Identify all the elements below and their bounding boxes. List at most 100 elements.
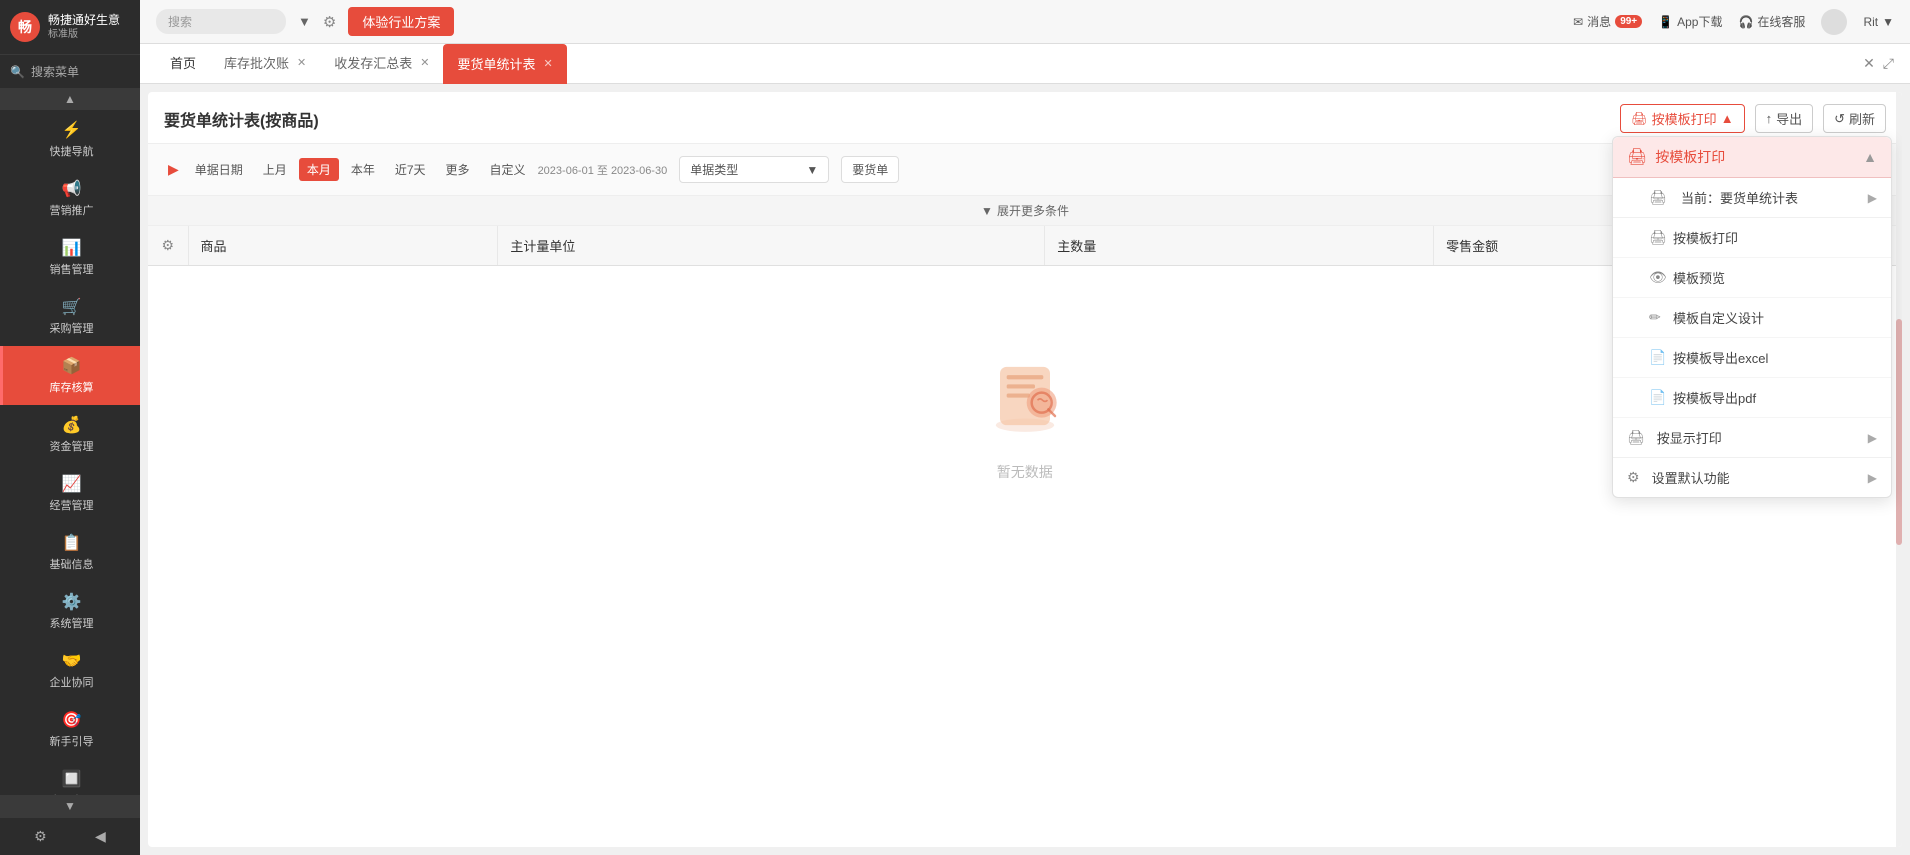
table-col-quantity: 主数量 (1045, 226, 1434, 266)
dropdown-item-template-print[interactable]: 🖨 按模板打印 (1613, 218, 1891, 258)
finance-icon: 💰 (62, 415, 82, 435)
inventory-icon: 📦 (62, 356, 82, 376)
logo-icon: 畅 (10, 12, 40, 42)
date-btn-last-7[interactable]: 近7天 (387, 158, 434, 181)
sidebar-item-sales[interactable]: 📊 销售管理 (0, 228, 140, 287)
dropdown-printer-icon: 🖨 (1627, 147, 1647, 167)
tab-home[interactable]: 首页 (156, 44, 210, 84)
app-download-btn[interactable]: 📱 App下载 (1658, 13, 1722, 30)
dropdown-item-template-design[interactable]: ✏ 模板自定义设计 (1613, 298, 1891, 338)
template-excel-icon: 📄 (1649, 349, 1665, 366)
avatar[interactable] (1821, 9, 1847, 35)
tab-inventory-batch-close[interactable]: ✕ (297, 56, 306, 69)
sidebar-item-corp[interactable]: 🤝 企业协同 (0, 641, 140, 700)
date-btn-more[interactable]: 更多 (438, 158, 478, 181)
column-settings-icon[interactable]: ⚙ (161, 237, 174, 253)
sidebar-settings-btn[interactable]: ⚙ (34, 828, 47, 845)
sidebar-item-newbie[interactable]: 🎯 新手引导 (0, 700, 140, 759)
trial-btn[interactable]: 体验行业方案 (348, 7, 454, 36)
logo-text: 畅捷通好生意 标准版 (48, 13, 120, 42)
tab-inventory-batch[interactable]: 库存批次账 ✕ (210, 44, 320, 84)
date-btn-this-month[interactable]: 本月 (299, 158, 339, 181)
table-col-product: 商品 (188, 226, 498, 266)
scroll-down-btn[interactable]: ▼ (0, 795, 140, 817)
system-icon: ⚙️ (62, 592, 82, 612)
basic-icon: 📋 (62, 533, 82, 553)
sidebar-footer: ⚙ ◀ (0, 817, 140, 855)
tab-receipt-summary-close[interactable]: ✕ (420, 56, 429, 69)
display-print-icon: 🖨 (1627, 429, 1645, 446)
dropdown-close-btn[interactable]: ▲ (1863, 149, 1877, 165)
tab-receipt-summary[interactable]: 收发存汇总表 ✕ (320, 44, 443, 84)
sidebar: 畅 畅捷通好生意 标准版 🔍 搜索菜单 ▲ ⚡ 快捷导航 📢 营销推广 📊 销售… (0, 0, 140, 855)
sidebar-collapse-btn[interactable]: ◀ (95, 828, 106, 845)
template-preview-icon: 👁 (1649, 269, 1665, 286)
empty-state-illustration (975, 346, 1075, 446)
dropdown-item-display-print[interactable]: 🖨 按显示打印 ▶ (1613, 418, 1891, 458)
table-col-settings[interactable]: ⚙ (148, 226, 188, 266)
sidebar-item-apps[interactable]: 🔲 应用中心 (0, 759, 140, 795)
scrollbar-thumb[interactable] (1896, 319, 1902, 546)
messages-badge: 99+ (1615, 15, 1642, 28)
expand-icon: ▼ (981, 204, 993, 218)
date-btn-this-year[interactable]: 本年 (343, 158, 383, 181)
app-icon: 📱 (1658, 15, 1673, 29)
dropdown-header: 🖨 按模板打印 ▲ (1613, 137, 1891, 178)
search-icon: 🔍 (10, 65, 25, 79)
order-type-select[interactable]: 单据类型 ▼ (679, 156, 829, 183)
tab-close-all-btn[interactable]: ✕ (1863, 55, 1875, 72)
service-icon: 🎧 (1738, 15, 1753, 29)
sidebar-search[interactable]: 🔍 搜索菜单 (0, 55, 140, 88)
tab-maximize-btn[interactable]: ⤢ (1883, 55, 1894, 72)
default-func-chevron-icon: ▶ (1868, 471, 1877, 485)
date-btn-last-month[interactable]: 上月 (255, 158, 295, 181)
expand-more-btn[interactable]: ▼ 展开更多条件 (981, 202, 1069, 219)
page-content: 要货单统计表(按商品) 🖨 按模板打印 ▲ ↑ 导出 ↺ 刷新 ▶ (148, 92, 1902, 847)
dropdown-item-template-preview[interactable]: 👁 模板预览 (1613, 258, 1891, 298)
template-pdf-icon: 📄 (1649, 389, 1665, 406)
template-design-icon: ✏ (1649, 309, 1665, 326)
sidebar-item-basic[interactable]: 📋 基础信息 (0, 523, 140, 582)
sidebar-item-marketing[interactable]: 📢 营销推广 (0, 169, 140, 228)
messages-btn[interactable]: ✉ 消息 99+ (1573, 13, 1642, 30)
newbie-icon: 🎯 (62, 710, 82, 730)
template-print-icon: 🖨 (1649, 229, 1665, 246)
quick-nav-icon: ⚡ (62, 120, 82, 140)
table-col-unit: 主计量单位 (498, 226, 1045, 266)
dropdown-title: 按模板打印 (1655, 147, 1725, 167)
order-status-filter[interactable]: 要货单 (841, 156, 899, 183)
dropdown-item-default-func[interactable]: ⚙ 设置默认功能 ▶ (1613, 458, 1891, 497)
date-btn-custom[interactable]: 自定义 (482, 158, 534, 181)
tab-order-stats-close[interactable]: ✕ (544, 57, 553, 70)
topbar-search-display[interactable]: 搜索 (156, 9, 286, 34)
corp-icon: 🤝 (62, 651, 82, 671)
print-btn[interactable]: 🖨 按模板打印 ▲ (1620, 104, 1744, 133)
sidebar-item-operations[interactable]: 📈 经营管理 (0, 464, 140, 523)
online-service-btn[interactable]: 🎧 在线客服 (1738, 13, 1805, 30)
export-btn[interactable]: ↑ 导出 (1755, 104, 1814, 133)
refresh-btn[interactable]: ↺ 刷新 (1823, 104, 1886, 133)
topbar-gear-icon[interactable]: ⚙ (323, 13, 336, 31)
dropdown-item-template-excel[interactable]: 📄 按模板导出excel (1613, 338, 1891, 378)
dropdown-item-current[interactable]: 🖨 当前：要货单统计表 ▶ (1613, 178, 1891, 218)
tab-order-stats[interactable]: 要货单统计表 ✕ (443, 44, 566, 84)
dropdown-item-template-pdf[interactable]: 📄 按模板导出pdf (1613, 378, 1891, 418)
topbar-dropdown[interactable]: ▼ (298, 14, 311, 29)
sidebar-item-quick-nav[interactable]: ⚡ 快捷导航 (0, 110, 140, 169)
page-title: 要货单统计表(按商品) (164, 107, 319, 141)
empty-text: 暂无数据 (997, 462, 1053, 482)
sidebar-item-purchase[interactable]: 🛒 采购管理 (0, 287, 140, 346)
printer-icon: 🖨 (1631, 111, 1648, 127)
username-display[interactable]: Rit ▼ (1863, 15, 1894, 29)
display-print-chevron-icon: ▶ (1868, 431, 1877, 445)
print-dropdown: 🖨 按模板打印 ▲ 🖨 当前：要货单统计表 ▶ 🖨 按模板打印 👁 模板预览 (1612, 136, 1892, 498)
sidebar-item-system[interactable]: ⚙️ 系统管理 (0, 582, 140, 641)
topbar-right: ✉ 消息 99+ 📱 App下载 🎧 在线客服 Rit ▼ (1573, 9, 1894, 35)
purchase-icon: 🛒 (62, 297, 82, 317)
sidebar-item-finance[interactable]: 💰 资金管理 (0, 405, 140, 464)
sidebar-item-inventory[interactable]: 📦 库存核算 (0, 346, 140, 405)
scroll-up-btn[interactable]: ▲ (0, 88, 140, 110)
marketing-icon: 📢 (62, 179, 82, 199)
sales-icon: 📊 (62, 238, 82, 258)
filter-expand-toggle[interactable]: ▶ (164, 159, 183, 180)
